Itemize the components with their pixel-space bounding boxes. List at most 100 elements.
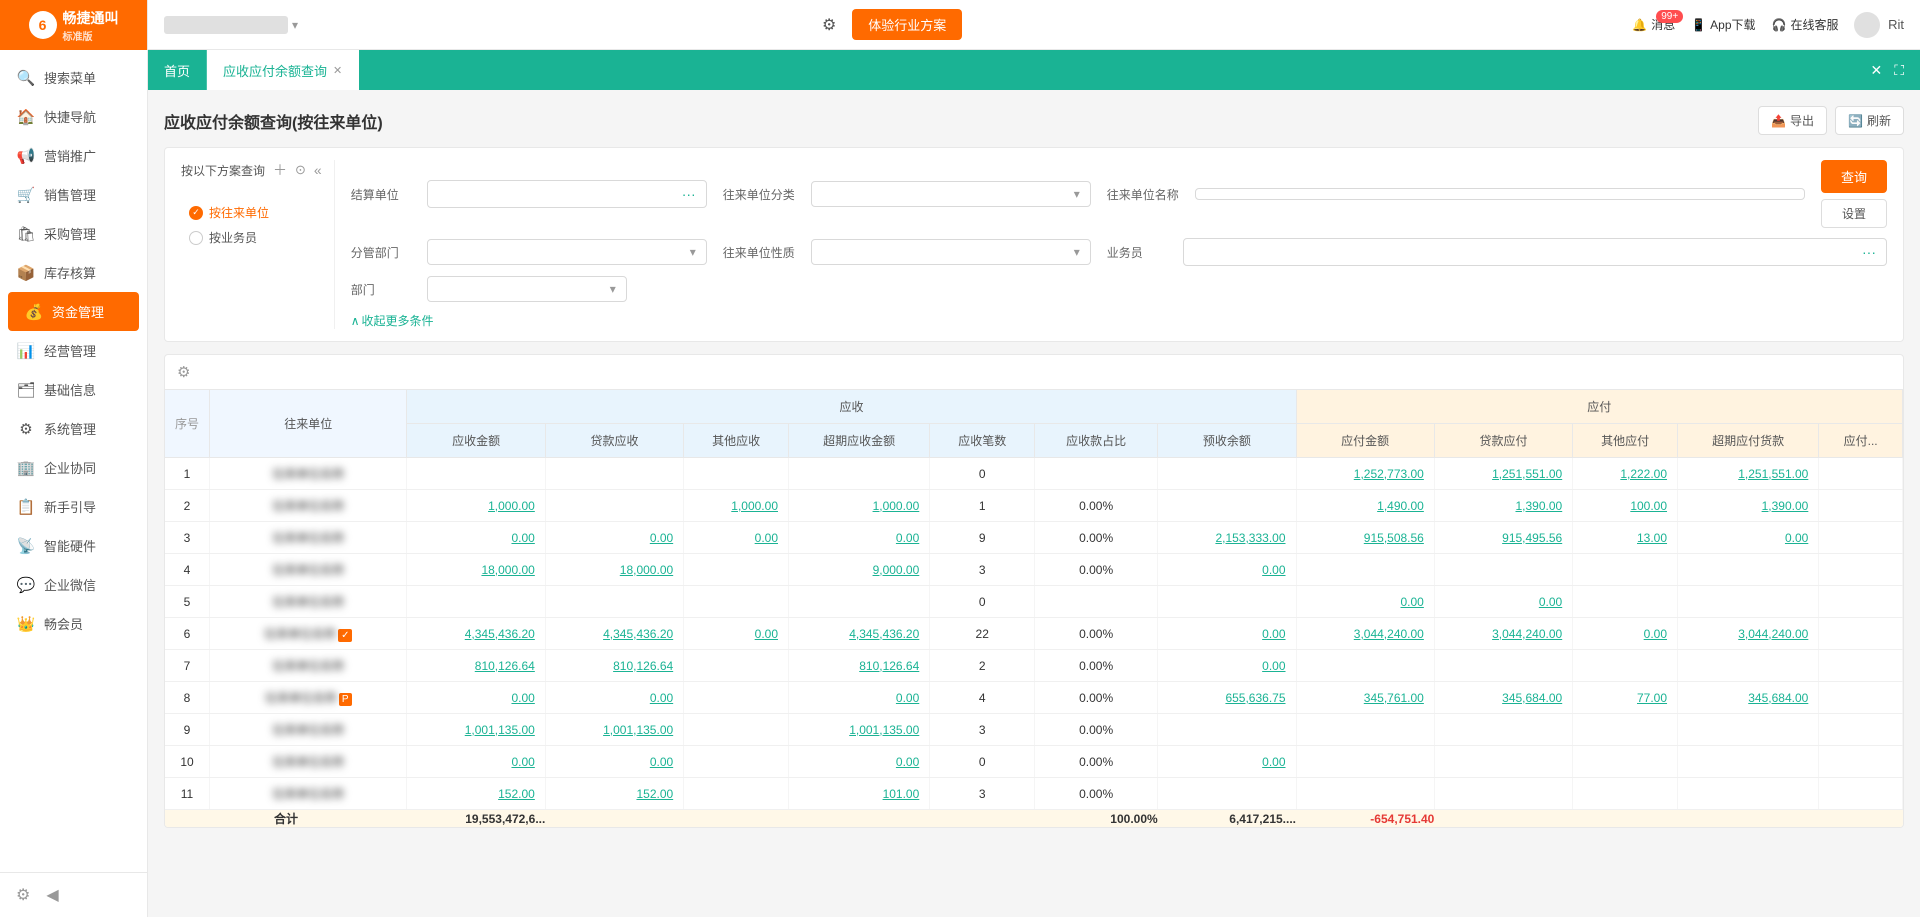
sidebar-item-search[interactable]: 🔍 搜索菜单 (0, 58, 147, 97)
sidebar-item-wechat[interactable]: 💬 企业微信 (0, 565, 147, 604)
tab-home[interactable]: 首页 (148, 50, 207, 90)
table-cell[interactable]: 4,345,436.20 (789, 618, 930, 650)
app-download-button[interactable]: 📱 App下载 (1691, 16, 1755, 33)
table-cell[interactable]: 3,044,240.00 (1678, 618, 1819, 650)
table-cell[interactable]: 0.00 (684, 522, 789, 554)
notice-button[interactable]: 🔔 消息 99+ (1632, 16, 1675, 33)
dept2-select[interactable]: ▾ (427, 276, 627, 302)
sidebar-item-enterprise[interactable]: 🏢 企业协同 (0, 448, 147, 487)
table-cell[interactable]: 0.00 (545, 682, 683, 714)
table-cell[interactable]: 0.00 (407, 522, 545, 554)
table-cell[interactable]: 345,684.00 (1678, 682, 1819, 714)
table-cell[interactable]: 0.00 (407, 682, 545, 714)
table-cell[interactable]: 152.00 (407, 778, 545, 810)
table-cell[interactable]: 345,684.00 (1434, 682, 1572, 714)
query-button[interactable]: 查询 (1821, 160, 1887, 193)
table-cell[interactable]: 0.00 (1158, 618, 1296, 650)
online-service-button[interactable]: 🎧 在线客服 (1772, 16, 1839, 33)
table-cell[interactable]: 1,252,773.00 (1296, 458, 1434, 490)
table-cell[interactable]: 152.00 (545, 778, 683, 810)
salesperson-input[interactable]: ··· (1183, 238, 1887, 266)
table-cell[interactable]: 101.00 (789, 778, 930, 810)
user-profile[interactable]: U Rit (1854, 12, 1904, 38)
table-cell[interactable]: 1,001,135.00 (789, 714, 930, 746)
sidebar-settings-icon[interactable]: ⚙ (16, 885, 30, 905)
dept-select[interactable]: ▾ (427, 239, 707, 265)
table-cell[interactable]: 18,000.00 (407, 554, 545, 586)
sidebar-item-sales[interactable]: 🛒 销售管理 (0, 175, 147, 214)
table-cell[interactable]: 0.00 (1158, 554, 1296, 586)
table-cell[interactable]: 915,495.56 (1434, 522, 1572, 554)
table-cell[interactable]: 0.00 (789, 682, 930, 714)
table-cell[interactable]: 0.00 (1678, 522, 1819, 554)
table-cell[interactable]: 1,000.00 (684, 490, 789, 522)
unit-category-select[interactable]: ▾ (811, 181, 1091, 207)
table-cell[interactable]: 2,153,333.00 (1158, 522, 1296, 554)
sidebar-item-finance[interactable]: 💰 资金管理 (8, 292, 139, 331)
tab-close-icon[interactable]: ✕ (333, 64, 342, 77)
table-settings-icon[interactable]: ⚙ (177, 363, 190, 381)
table-cell[interactable]: 810,126.64 (789, 650, 930, 682)
table-cell[interactable]: 1,001,135.00 (407, 714, 545, 746)
unit-nature-select[interactable]: ▾ (811, 239, 1091, 265)
table-cell[interactable]: 0.00 (1158, 746, 1296, 778)
scheme-item-salesperson[interactable]: 按业务员 (181, 225, 322, 250)
scrollable-table[interactable]: 序号 往来单位 应收 应付 应收金额 贷款应收 其他应收 超期应收金额 应收笔数… (165, 390, 1903, 827)
sidebar-item-marketing[interactable]: 📢 营销推广 (0, 136, 147, 175)
table-cell[interactable]: 1,001,135.00 (545, 714, 683, 746)
table-cell[interactable]: 1,222.00 (1573, 458, 1678, 490)
table-cell[interactable]: 0.00 (407, 746, 545, 778)
sidebar-item-shortcut[interactable]: 🏠 快捷导航 (0, 97, 147, 136)
table-cell[interactable]: 0.00 (1573, 618, 1678, 650)
table-cell[interactable]: 345,761.00 (1296, 682, 1434, 714)
table-cell[interactable]: 9,000.00 (789, 554, 930, 586)
table-cell[interactable]: 13.00 (1573, 522, 1678, 554)
table-cell[interactable]: 1,000.00 (407, 490, 545, 522)
sidebar-item-operations[interactable]: 📊 经营管理 (0, 331, 147, 370)
table-cell[interactable]: 3,044,240.00 (1296, 618, 1434, 650)
sidebar-item-system[interactable]: ⚙ 系统管理 (0, 409, 147, 448)
table-cell[interactable]: 0.00 (545, 522, 683, 554)
table-cell[interactable]: 77.00 (1573, 682, 1678, 714)
settings-icon[interactable]: ⚙ (822, 15, 836, 35)
table-cell[interactable]: 0.00 (1434, 586, 1572, 618)
tab-maximize-icon[interactable]: ⛶ (1894, 62, 1904, 79)
table-cell[interactable]: 810,126.64 (407, 650, 545, 682)
sidebar-item-guide[interactable]: 📋 新手引导 (0, 487, 147, 526)
table-cell[interactable]: 100.00 (1573, 490, 1678, 522)
chevron-down-icon[interactable]: ▾ (292, 18, 298, 32)
promo-button[interactable]: 体验行业方案 (852, 9, 962, 40)
tab-query[interactable]: 应收应付余额查询 ✕ (207, 50, 359, 90)
sidebar-item-hardware[interactable]: 📡 智能硬件 (0, 526, 147, 565)
table-cell[interactable]: 1,390.00 (1434, 490, 1572, 522)
scheme-collapse-icon[interactable]: « (314, 162, 322, 178)
sidebar-item-member[interactable]: 👑 畅会员 (0, 604, 147, 643)
export-button[interactable]: 📤 导出 (1758, 106, 1827, 135)
add-scheme-icon[interactable]: ＋ (273, 160, 287, 180)
refresh-button[interactable]: 🔄 刷新 (1835, 106, 1904, 135)
table-cell[interactable]: 1,490.00 (1296, 490, 1434, 522)
sidebar-item-purchase[interactable]: 🛍 采购管理 (0, 214, 147, 253)
table-cell[interactable]: 0.00 (1296, 586, 1434, 618)
scheme-item-unit[interactable]: ✓ 按往来单位 (181, 200, 322, 225)
table-cell[interactable]: 0.00 (1158, 650, 1296, 682)
table-cell[interactable]: 1,390.00 (1678, 490, 1819, 522)
table-cell[interactable]: 1,000.00 (789, 490, 930, 522)
table-cell[interactable]: 0.00 (684, 618, 789, 650)
table-cell[interactable]: 915,508.56 (1296, 522, 1434, 554)
sidebar-collapse-icon[interactable]: ◀ (46, 885, 58, 905)
table-cell[interactable]: 655,636.75 (1158, 682, 1296, 714)
unit-name-input[interactable] (1195, 188, 1805, 200)
tab-close-window-icon[interactable]: ✕ (1870, 62, 1882, 79)
table-cell[interactable]: 0.00 (789, 746, 930, 778)
sidebar-item-inventory[interactable]: 📦 库存核算 (0, 253, 147, 292)
sidebar-item-basic[interactable]: 🗂 基础信息 (0, 370, 147, 409)
table-cell[interactable]: 1,251,551.00 (1678, 458, 1819, 490)
settlement-unit-input[interactable]: ··· (427, 180, 707, 208)
table-cell[interactable]: 4,345,436.20 (407, 618, 545, 650)
setting-button[interactable]: 设置 (1821, 199, 1887, 228)
table-cell[interactable]: 1,251,551.00 (1434, 458, 1572, 490)
scheme-settings-icon[interactable]: ⊙ (295, 162, 306, 178)
collapse-filter-button[interactable]: ∧ 收起更多条件 (351, 312, 1887, 329)
table-cell[interactable]: 0.00 (545, 746, 683, 778)
